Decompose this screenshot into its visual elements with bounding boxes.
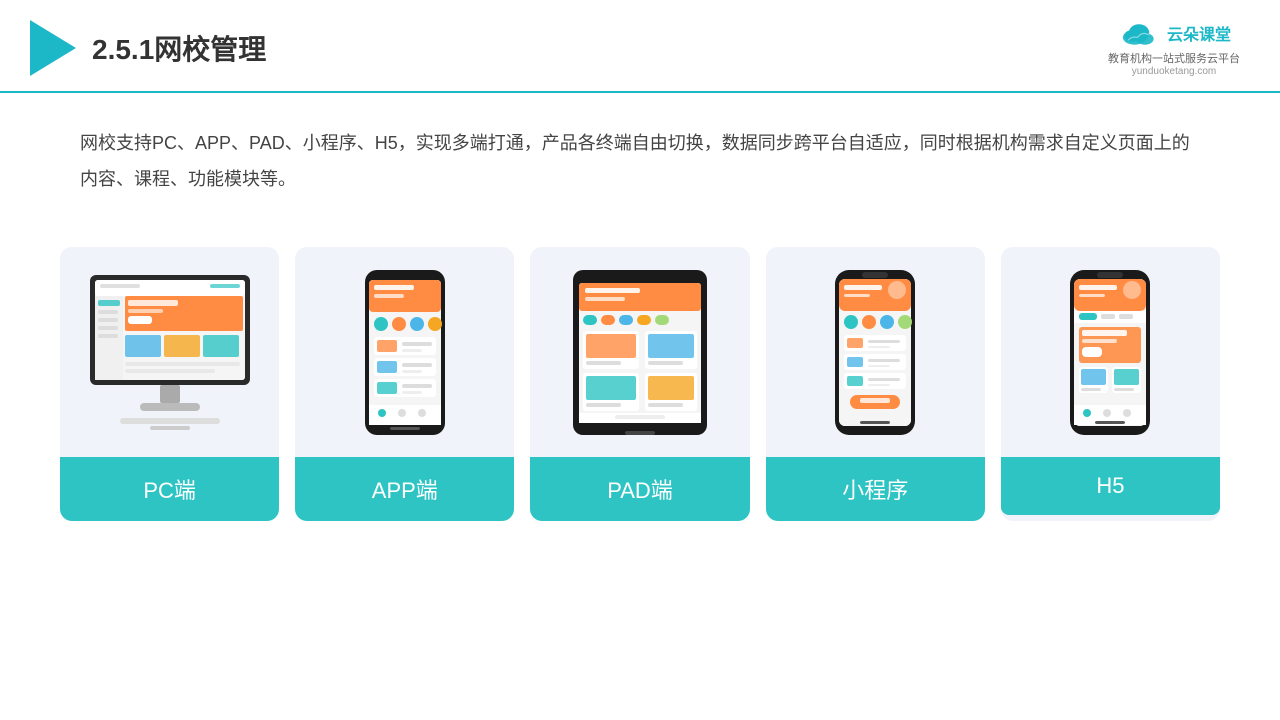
card-miniprogram-image xyxy=(766,247,985,457)
card-miniprogram: 小程序 xyxy=(766,247,985,521)
card-pad: PAD端 xyxy=(530,247,749,521)
brand-url: yunduoketang.com xyxy=(1132,66,1217,77)
cloud-icon xyxy=(1117,18,1161,48)
brand-logo: 云朵课堂 xyxy=(1117,18,1231,48)
description-text: 网校支持PC、APP、PAD、小程序、H5，实现多端打通，产品各终端自由切换，数… xyxy=(0,93,1280,217)
logo-triangle-icon xyxy=(30,20,76,76)
monitor-svg xyxy=(80,270,260,435)
header-left: 2.5.1网校管理 xyxy=(30,20,266,76)
card-h5: H5 xyxy=(1001,247,1220,521)
page-title: 2.5.1网校管理 xyxy=(92,28,266,68)
brand-name: 云朵课堂 xyxy=(1167,21,1231,45)
tablet-svg xyxy=(565,265,715,440)
header: 2.5.1网校管理 云朵课堂 教育机构一站式服务云平台 yunduoketang… xyxy=(0,0,1280,93)
card-pc-image xyxy=(60,247,279,457)
card-h5-image xyxy=(1001,247,1220,457)
card-app: APP端 xyxy=(295,247,514,521)
card-pc: PC端 xyxy=(60,247,279,521)
phone-h5-svg xyxy=(1065,265,1155,440)
phone-app-svg xyxy=(360,265,450,440)
card-pad-image xyxy=(530,247,749,457)
cards-container: PC端 xyxy=(0,227,1280,541)
card-h5-label: H5 xyxy=(1001,457,1220,515)
card-pc-label: PC端 xyxy=(60,457,279,521)
card-app-label: APP端 xyxy=(295,457,514,521)
card-app-image xyxy=(295,247,514,457)
card-pad-label: PAD端 xyxy=(530,457,749,521)
brand-subtitle: 教育机构一站式服务云平台 xyxy=(1108,50,1240,66)
header-right: 云朵课堂 教育机构一站式服务云平台 yunduoketang.com xyxy=(1108,18,1240,77)
card-miniprogram-label: 小程序 xyxy=(766,457,985,521)
phone-mini-svg xyxy=(830,265,920,440)
